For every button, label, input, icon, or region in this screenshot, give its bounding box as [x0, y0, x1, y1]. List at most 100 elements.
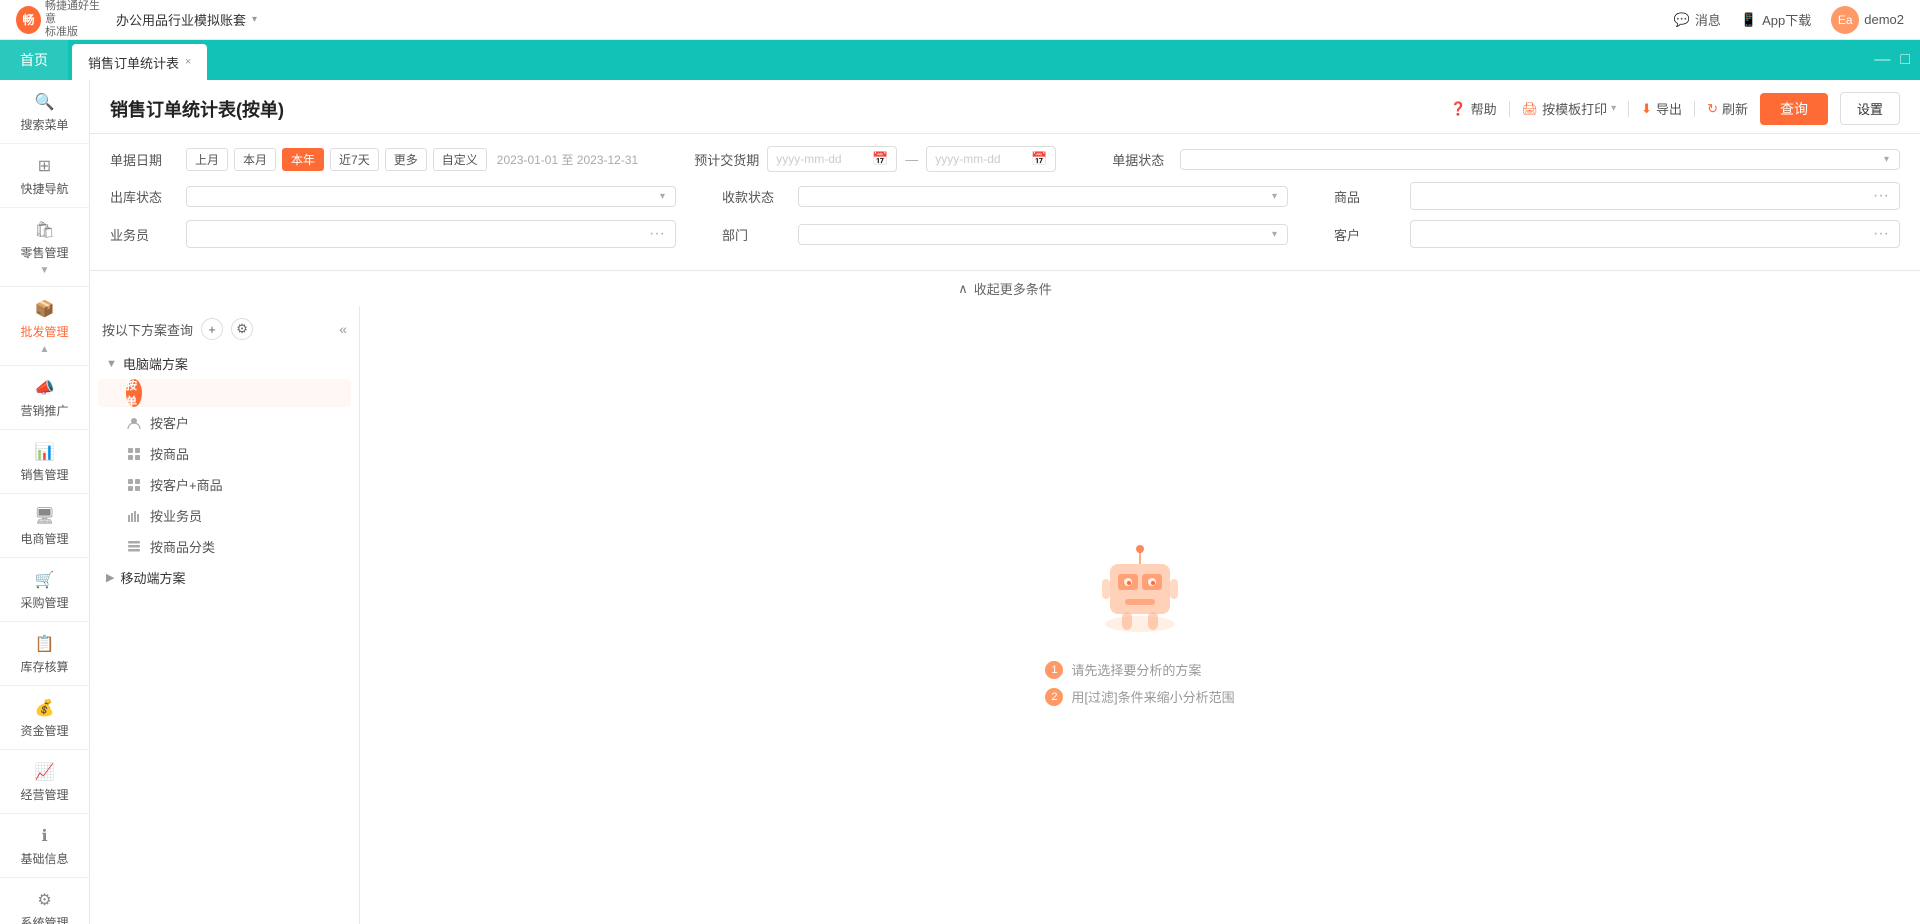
sidebar-item-search[interactable]: 🔍 搜索菜单: [0, 80, 89, 144]
panel-settings-button[interactable]: ⚙: [231, 318, 253, 340]
collapse-more-button[interactable]: ∧ 收起更多条件: [958, 279, 1052, 298]
header-right: 💬 消息 📱 App下载 Ea demo2: [1674, 6, 1904, 34]
date-btn-last-month[interactable]: 上月: [186, 148, 228, 171]
expected-date-label: 预计交货期: [694, 150, 759, 169]
filter-section: 单据日期 上月 本月 本年 近7天 更多 自定义 2023-01-01 至 20…: [90, 134, 1920, 270]
query-button[interactable]: 查询: [1760, 93, 1828, 125]
sidebar-item-system[interactable]: ⚙ 系统管理: [0, 878, 89, 924]
delivery-status-label: 出库状态: [110, 187, 170, 206]
payment-status-select[interactable]: ▾: [798, 186, 1288, 207]
step-1-number: 1: [1045, 661, 1063, 679]
window-maximize-button[interactable]: □: [1900, 51, 1910, 69]
sidebar-item-marketing[interactable]: 📣 营销推广: [0, 366, 89, 430]
tab-sales-order[interactable]: 销售订单统计表 ×: [72, 44, 207, 80]
content-area: 销售订单统计表(按单) ❓ 帮助 🖨 按模板打印 ▾ ⬇ 导出: [90, 80, 1920, 924]
message-button[interactable]: 💬 消息: [1674, 10, 1721, 29]
avatar: Ea: [1831, 6, 1859, 34]
order-status-select[interactable]: ▾: [1180, 149, 1900, 170]
quicknav-icon: ⊞: [38, 156, 51, 176]
refresh-icon: ↻: [1707, 101, 1718, 117]
settings-button[interactable]: 设置: [1840, 92, 1900, 125]
refresh-button[interactable]: ↻ 刷新: [1707, 99, 1748, 118]
tree-item-by-customer-product[interactable]: 按客户+商品: [98, 469, 351, 500]
by-product-category-icon: [126, 539, 142, 555]
finance-icon: 💰: [35, 698, 55, 718]
sidebar-item-wholesale[interactable]: 📦 批发管理 ▲: [0, 287, 89, 366]
panel-add-button[interactable]: +: [201, 318, 223, 340]
print-button[interactable]: 🖨 按模板打印 ▾: [1522, 99, 1617, 118]
tree-group-pc[interactable]: ▼ 电脑端方案: [98, 348, 351, 379]
window-minimize-button[interactable]: —: [1874, 51, 1890, 69]
app-download-button[interactable]: 📱 App下载: [1741, 10, 1811, 29]
date-btn-custom[interactable]: 自定义: [433, 148, 487, 171]
basic-info-icon: ℹ: [41, 826, 47, 846]
marketing-icon: 📣: [35, 378, 55, 398]
filter-row-3: 业务员 ··· 部门 ▾ 客户 ···: [110, 220, 1900, 248]
customer-label: 客户: [1334, 225, 1394, 244]
tree-item-by-customer[interactable]: 按客户: [98, 407, 351, 438]
divider1: [1509, 101, 1510, 117]
print-icon: 🖨: [1522, 101, 1539, 117]
message-icon: 💬: [1674, 12, 1690, 28]
payment-status-label: 收款状态: [722, 187, 782, 206]
sidebar-item-finance[interactable]: 💰 资金管理: [0, 686, 89, 750]
tab-home[interactable]: 首页: [0, 40, 68, 80]
department-chevron-icon: ▾: [1272, 229, 1277, 240]
collapse-bar[interactable]: ∧ 收起更多条件: [90, 270, 1920, 306]
sidebar-item-retail[interactable]: 🛍 零售管理 ▼: [0, 208, 89, 287]
logo-area: 畅 畅捷通好生意 标准版: [16, 0, 104, 39]
inventory-icon: 📋: [35, 634, 55, 654]
salesperson-label: 业务员: [110, 225, 170, 244]
tree-item-by-product-category[interactable]: 按商品分类: [98, 531, 351, 562]
tab-bar: 首页 销售订单统计表 × — □: [0, 40, 1920, 80]
panel-title: 按以下方案查询: [102, 320, 193, 339]
customer-more-icon[interactable]: ···: [1873, 225, 1889, 243]
export-button[interactable]: ⬇ 导出: [1641, 99, 1682, 118]
mobile-group-chevron-icon: ▶: [106, 571, 114, 584]
sidebar-item-sales[interactable]: 📊 销售管理: [0, 430, 89, 494]
sidebar-item-quicknav[interactable]: ⊞ 快捷导航: [0, 144, 89, 208]
sidebar-item-basic-info[interactable]: ℹ 基础信息: [0, 814, 89, 878]
sidebar-item-ecommerce[interactable]: 🖥 电商管理: [0, 494, 89, 558]
product-more-icon[interactable]: ···: [1873, 187, 1889, 205]
top-header: 畅 畅捷通好生意 标准版 办公用品行业模拟账套 ▾ 💬 消息 📱 App下载 E…: [0, 0, 1920, 40]
date-btn-more[interactable]: 更多: [385, 148, 427, 171]
help-button[interactable]: ❓ 帮助: [1450, 99, 1496, 118]
panel-collapse-button[interactable]: «: [339, 321, 347, 337]
expected-date-start[interactable]: yyyy-mm-dd 📅: [767, 146, 897, 172]
sidebar: 🔍 搜索菜单 ⊞ 快捷导航 🛍 零售管理 ▼ 📦 批发管理 ▲ 📣 营销推广 📊…: [0, 80, 90, 924]
tree-group-mobile[interactable]: ▶ 移动端方案: [98, 562, 351, 593]
tree-item-by-salesperson[interactable]: 按业务员: [98, 500, 351, 531]
app-dropdown[interactable]: 办公用品行业模拟账套 ▾: [104, 10, 1674, 29]
delivery-status-select[interactable]: ▾: [186, 186, 676, 207]
order-status-label: 单据状态: [1112, 150, 1172, 169]
sidebar-item-inventory[interactable]: 📋 库存核算: [0, 622, 89, 686]
filter-row-1: 单据日期 上月 本月 本年 近7天 更多 自定义 2023-01-01 至 20…: [110, 146, 1900, 172]
user-profile[interactable]: Ea demo2: [1831, 6, 1904, 34]
by-salesperson-icon: [126, 508, 142, 524]
department-select[interactable]: ▾: [798, 224, 1288, 245]
by-customer-product-icon: [126, 477, 142, 493]
dropdown-chevron-icon: ▾: [252, 14, 257, 25]
sales-icon: 📊: [35, 442, 55, 462]
date-btn-this-month[interactable]: 本月: [234, 148, 276, 171]
tree-section: ▼ 电脑端方案 按单 按客户: [90, 348, 359, 593]
pc-group-chevron-icon: ▼: [106, 358, 117, 370]
date-filter-buttons: 上月 本月 本年 近7天 更多 自定义 2023-01-01 至 2023-12…: [186, 148, 638, 171]
panel-header: 按以下方案查询 + ⚙ «: [90, 318, 359, 348]
logo-icon: 畅: [16, 6, 41, 34]
calendar-start-icon: 📅: [872, 151, 888, 167]
delivery-chevron-icon: ▾: [660, 191, 665, 202]
salesperson-more-icon[interactable]: ···: [649, 225, 665, 243]
date-btn-last-7-days[interactable]: 近7天: [330, 148, 379, 171]
calendar-end-icon: 📅: [1031, 151, 1047, 167]
tree-item-by-product[interactable]: 按商品: [98, 438, 351, 469]
product-filter-label: 商品: [1334, 187, 1394, 206]
tab-close-icon[interactable]: ×: [185, 56, 191, 68]
sidebar-item-operations[interactable]: 📈 经营管理: [0, 750, 89, 814]
retail-chevron-icon: ▼: [40, 265, 50, 276]
sidebar-item-purchase[interactable]: 🛒 采购管理: [0, 558, 89, 622]
expected-date-end[interactable]: yyyy-mm-dd 📅: [926, 146, 1056, 172]
date-btn-this-year[interactable]: 本年: [282, 148, 324, 171]
tree-item-by-order[interactable]: 按单: [98, 379, 351, 407]
